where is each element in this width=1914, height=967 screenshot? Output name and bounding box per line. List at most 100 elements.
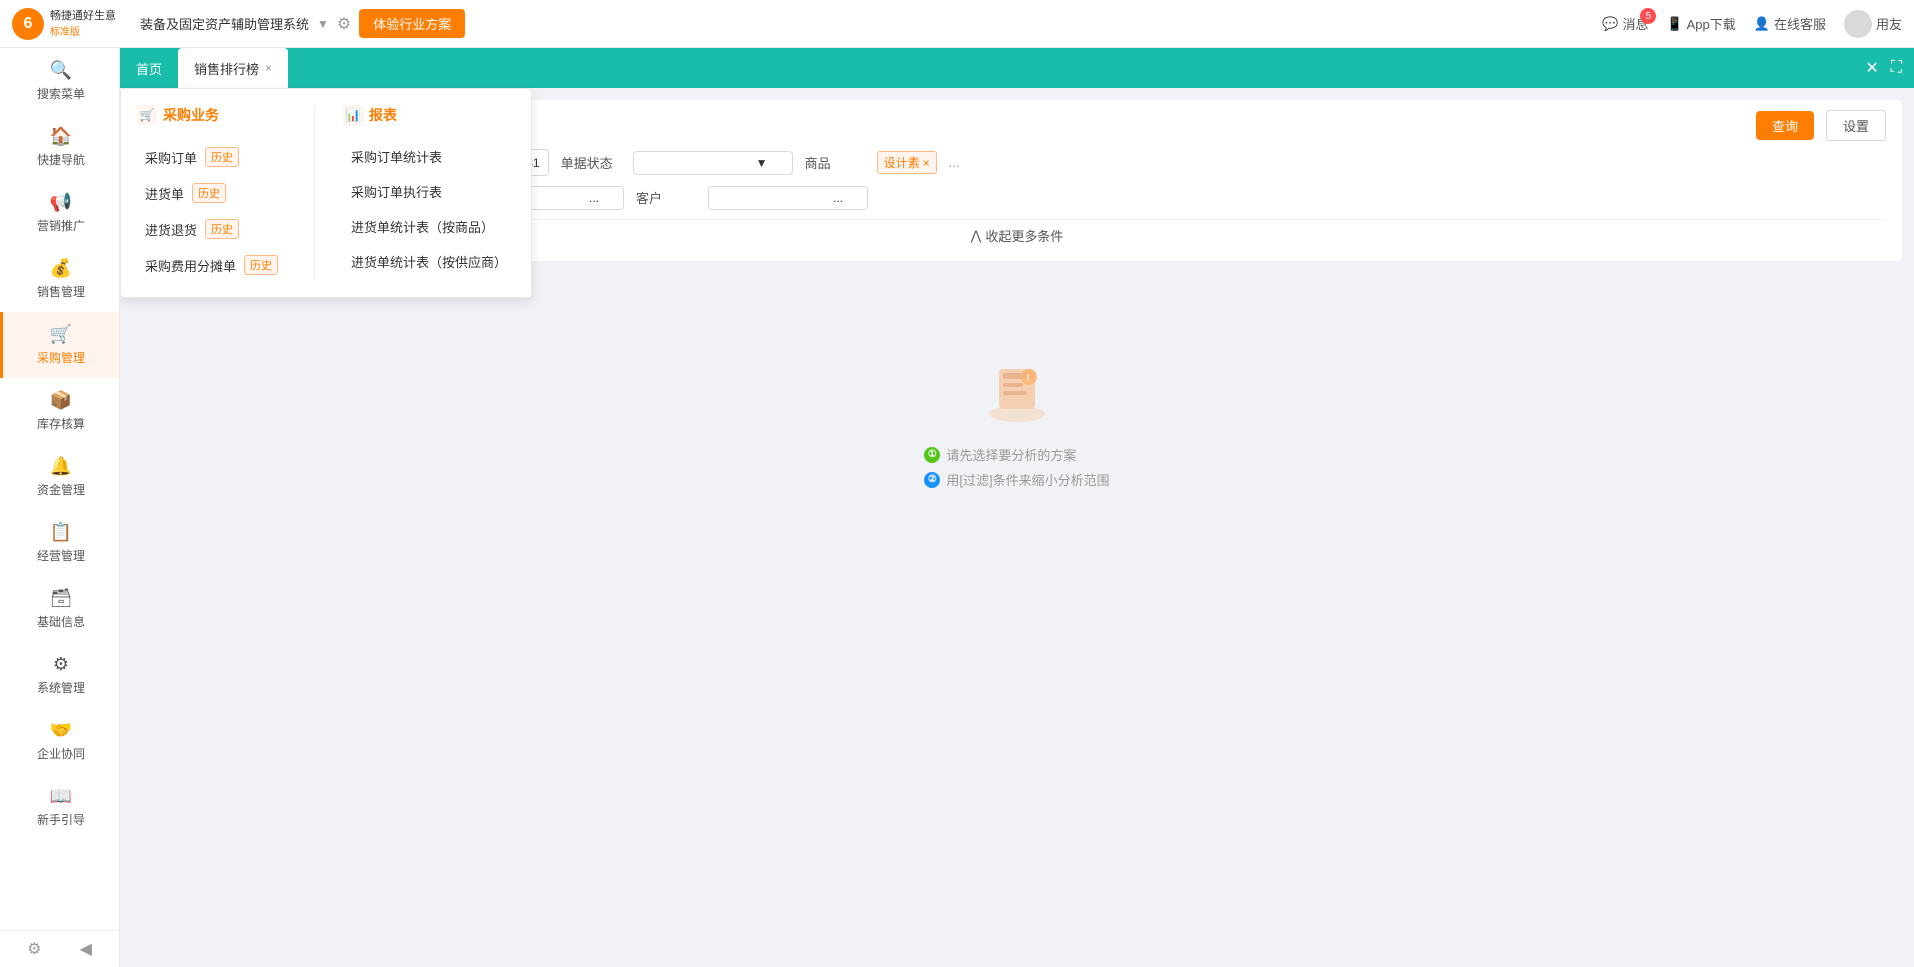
collapse-btn[interactable]: ⋀ 收起更多条件 <box>965 220 1070 251</box>
dropdown-goods-stats-by-goods[interactable]: 进货单统计表（按商品） <box>343 211 515 242</box>
dropdown-goods-return[interactable]: 进货退货 历史 <box>137 213 286 245</box>
sidebar-item-marketing[interactable]: 📢 营销推广 <box>0 180 119 246</box>
industry-btn[interactable]: 体验行业方案 <box>359 9 465 38</box>
system-title-area: 装备及固定资产辅助管理系统 ▼ ⚙ 体验行业方案 <box>140 9 1602 38</box>
sidebar-item-system[interactable]: ⚙ 系统管理 <box>0 642 119 708</box>
message-btn[interactable]: 💬 消息 5 <box>1602 14 1648 33</box>
message-badge: 5 <box>1640 8 1656 24</box>
inventory-icon: 📦 <box>50 390 72 411</box>
top-bar: 6 畅捷通好生意 标准版 装备及固定资产辅助管理系统 ▼ ⚙ 体验行业方案 💬 … <box>0 0 1914 48</box>
tab-maximize-btn[interactable]: ⛶ <box>1887 55 1906 81</box>
phone-icon: 📱 <box>1666 16 1682 32</box>
operations-icon: 📋 <box>50 522 72 543</box>
goods-tag: 设计素 × <box>877 151 937 174</box>
sidebar-item-quick[interactable]: 🏠 快捷导航 <box>0 114 119 180</box>
logo-text: 畅捷通好生意 标准版 <box>50 9 116 38</box>
sidebar-item-inventory[interactable]: 📦 库存核算 <box>0 378 119 444</box>
sidebar-item-operations[interactable]: 📋 经营管理 <box>0 510 119 576</box>
purchase-col: 🛒 采购业务 采购订单 历史 进货单 历史 进货退货 历史 <box>137 105 286 281</box>
status-dropdown-icon: ▼ <box>756 156 768 170</box>
history-tag-0: 历史 <box>205 147 239 167</box>
tab-close-all-btn[interactable]: ✕ <box>1861 54 1882 82</box>
dropdown-goods-stats-by-supplier[interactable]: 进货单统计表（按供应商） <box>343 246 515 277</box>
system-title: 装备及固定资产辅助管理系统 <box>140 14 309 33</box>
top-right: 💬 消息 5 📱 App下载 👤 在线客服 用友 <box>1602 10 1902 38</box>
empty-state: ! ① 请先选择要分析的方案 ② 用[过滤]条件来缩小分析范围 <box>132 269 1902 569</box>
home-icon: 🏠 <box>50 126 72 147</box>
sidebar-item-purchase[interactable]: 🛒 采购管理 <box>0 312 119 378</box>
settings-btn[interactable]: 设置 <box>1826 110 1886 141</box>
purchase-col-icon: 🛒 <box>137 105 157 125</box>
dropdown-purchase-order-exec[interactable]: 采购订单执行表 <box>343 176 515 207</box>
dropdown-divider <box>314 105 315 281</box>
sidebar-item-enterprise[interactable]: 🤝 企业协同 <box>0 708 119 774</box>
dropdown-goods-receipt[interactable]: 进货单 历史 <box>137 177 286 209</box>
collapse-up-icon: ⋀ <box>971 228 982 244</box>
dropdown-purchase-order[interactable]: 采购订单 历史 <box>137 141 286 173</box>
sidebar-bottom: ⚙ ◀ <box>0 930 119 967</box>
tab-home[interactable]: 首页 <box>120 48 178 88</box>
history-tag-3: 历史 <box>244 255 278 275</box>
tab-close-btn[interactable]: × <box>265 61 272 75</box>
user-btn[interactable]: 用友 <box>1844 10 1902 38</box>
logo-area: 6 畅捷通好生意 标准版 <box>12 8 132 40</box>
report-col-title: 📊 报表 <box>343 105 515 129</box>
customer-label: 客户 <box>636 188 696 207</box>
query-btn[interactable]: 查询 <box>1756 111 1814 140</box>
service-icon: 👤 <box>1754 16 1770 32</box>
empty-illustration: ! <box>977 349 1057 429</box>
dropdown-purchase-order-stats[interactable]: 采购订单统计表 <box>343 141 515 172</box>
system-title-dropdown[interactable]: ▼ <box>317 17 329 31</box>
enterprise-icon: 🤝 <box>50 720 72 741</box>
goods-tag-close[interactable]: × <box>923 156 930 170</box>
tab-sales-rank[interactable]: 销售排行榜 × <box>178 48 288 88</box>
tab-bar-right: ✕ ⛶ <box>1861 54 1914 82</box>
salesperson-ellipsis: ... <box>589 191 599 205</box>
app-download-btn[interactable]: 📱 App下载 <box>1666 14 1735 33</box>
tip1-dot: ① <box>924 447 940 463</box>
empty-tip-2: ② 用[过滤]条件来缩小分析范围 <box>924 470 1109 489</box>
empty-tip-1: ① 请先选择要分析的方案 <box>924 445 1109 464</box>
settings-icon[interactable]: ⚙ <box>337 14 351 34</box>
sidebar-item-guide[interactable]: 📖 新手引导 <box>0 774 119 840</box>
report-col: 📊 报表 采购订单统计表 采购订单执行表 进货单统计表（按商品） 进货单统计表（… <box>343 105 515 281</box>
history-tag-1: 历史 <box>192 183 226 203</box>
sidebar-collapse-btn[interactable]: ◀ <box>80 939 92 959</box>
sidebar-settings-btn[interactable]: ⚙ <box>27 939 41 959</box>
empty-tips: ① 请先选择要分析的方案 ② 用[过滤]条件来缩小分析范围 <box>924 445 1109 489</box>
tab-bar: 首页 销售排行榜 × ✕ ⛶ <box>120 48 1914 88</box>
sales-icon: 💰 <box>50 258 72 279</box>
logo-icon: 6 <box>12 8 44 40</box>
customer-select[interactable]: ... <box>708 186 868 210</box>
sidebar: 🔍 搜索菜单 🏠 快捷导航 📢 营销推广 💰 销售管理 🛒 采购管理 📦 <box>0 48 120 967</box>
report-col-icon: 📊 <box>343 105 363 125</box>
status-select[interactable]: ▼ <box>633 151 793 175</box>
svg-text:!: ! <box>1026 373 1029 384</box>
marketing-icon: 📢 <box>50 192 72 213</box>
customer-ellipsis: ... <box>833 191 843 205</box>
finance-icon: 🔔 <box>50 456 72 477</box>
purchase-icon: 🛒 <box>50 324 72 345</box>
message-icon: 💬 <box>1602 16 1618 32</box>
app-container: 6 畅捷通好生意 标准版 装备及固定资产辅助管理系统 ▼ ⚙ 体验行业方案 💬 … <box>0 0 1914 967</box>
main-area: 🔍 搜索菜单 🏠 快捷导航 📢 营销推广 💰 销售管理 🛒 采购管理 📦 <box>0 48 1914 967</box>
dropdown-purchase-fee[interactable]: 采购费用分摊单 历史 <box>137 249 286 281</box>
history-tag-2: 历史 <box>205 219 239 239</box>
purchase-col-title: 🛒 采购业务 <box>137 105 286 129</box>
goods-ellipsis[interactable]: ... <box>949 155 960 170</box>
system-icon: ⚙ <box>53 654 69 675</box>
content-area: 首页 销售排行榜 × ✕ ⛶ ❓ <box>120 48 1914 967</box>
sidebar-item-basic[interactable]: 🗃 基础信息 <box>0 576 119 642</box>
sidebar-item-finance[interactable]: 🔔 资金管理 <box>0 444 119 510</box>
status-label: 单据状态 <box>561 153 621 172</box>
goods-label: 商品 <box>805 153 865 172</box>
search-icon: 🔍 <box>50 60 72 81</box>
guide-icon: 📖 <box>50 786 72 807</box>
purchase-dropdown-menu: 🛒 采购业务 采购订单 历史 进货单 历史 进货退货 历史 <box>120 88 532 298</box>
basic-icon: 🗃 <box>50 588 73 609</box>
sidebar-item-sales[interactable]: 💰 销售管理 <box>0 246 119 312</box>
sidebar-item-search[interactable]: 🔍 搜索菜单 <box>0 48 119 114</box>
tip2-dot: ② <box>924 472 940 488</box>
online-service-btn[interactable]: 👤 在线客服 <box>1754 14 1826 33</box>
avatar <box>1844 10 1872 38</box>
